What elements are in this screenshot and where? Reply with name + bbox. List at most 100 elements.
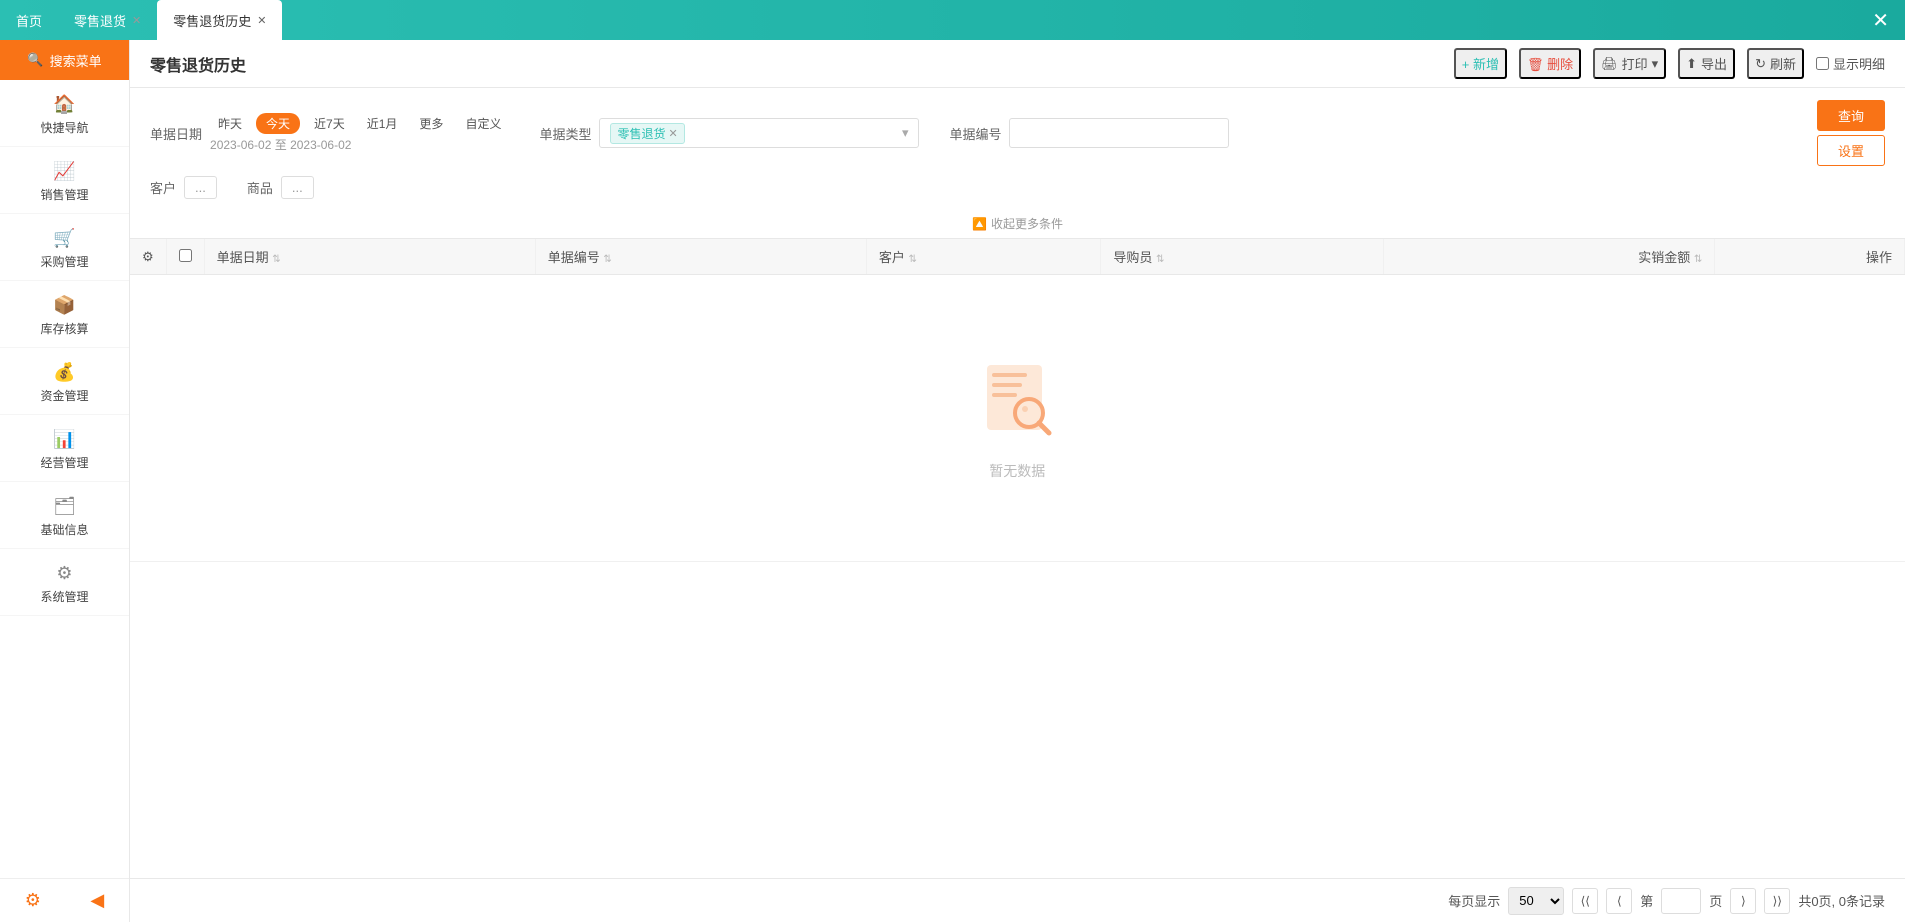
page-header: 零售退货历史 + 新增 🗑 删除 🖨 打印 ▾ ⬆ 导出 ↻ 刷新 (130, 40, 1905, 88)
th-operation-label: 操作 (1866, 250, 1892, 265)
sidebar: 🔍 搜索菜单 🏠 快捷导航 📈 销售管理 🛒 采购管理 📦 库存核算 💰 (0, 40, 130, 922)
sidebar-item-sales-label: 销售管理 (40, 186, 88, 203)
delete-button[interactable]: 🗑 删除 (1519, 48, 1581, 79)
filter-settings-button[interactable]: 设置 (1817, 135, 1885, 166)
sidebar-bottom: ⚙ ◀ (0, 878, 129, 922)
sidebar-items: 🏠 快捷导航 📈 销售管理 🛒 采购管理 📦 库存核算 💰 资金管理 📊 (0, 80, 129, 878)
sidebar-item-basic-info-label: 基础信息 (40, 521, 88, 538)
sidebar-item-sales[interactable]: 📈 销售管理 (0, 147, 129, 214)
operations-icon: 📊 (53, 429, 75, 450)
collapse-button[interactable]: 🔼 收起更多条件 (972, 215, 1063, 232)
th-doc-number-sort-icon[interactable]: ⇅ (603, 254, 611, 265)
collapse-label: 收起更多条件 (991, 215, 1063, 232)
th-customer-sort-icon[interactable]: ⇅ (909, 254, 917, 265)
sidebar-item-basic-info[interactable]: 🗂 基础信息 (0, 482, 129, 549)
sidebar-item-inventory[interactable]: 📦 库存核算 (0, 281, 129, 348)
customer-select-btn[interactable]: ... (184, 176, 217, 199)
th-checkbox (166, 239, 204, 275)
table-body: 暂无数据 (130, 275, 1905, 562)
sidebar-item-finance[interactable]: 💰 资金管理 (0, 348, 129, 415)
sidebar-collapse-icon[interactable]: ◀ (90, 890, 104, 911)
doc-number-input[interactable] (1009, 118, 1229, 148)
last-page-button[interactable]: ⟩⟩ (1764, 888, 1790, 914)
refresh-icon: ↻ (1755, 56, 1766, 72)
th-doc-number: 单据编号 ⇅ (535, 239, 866, 275)
date-btn-1month[interactable]: 近1月 (359, 113, 406, 134)
print-button[interactable]: 🖨 打印 ▾ (1593, 48, 1666, 79)
top-bar: 首页 零售退货 ✕ 零售退货历史 ✕ ✕ (0, 0, 1905, 40)
tab-retail-return-history[interactable]: 零售退货历史 ✕ (157, 0, 282, 40)
goods-label: 商品 (247, 178, 273, 197)
doc-type-tag: 零售退货 ✕ (610, 123, 684, 144)
first-page-button[interactable]: ⟨⟨ (1572, 888, 1598, 914)
sidebar-item-system[interactable]: ⚙ 系统管理 (0, 549, 129, 616)
tab-retail-return-label: 零售退货 (74, 11, 126, 30)
table-header-row: ⚙ 单据日期 ⇅ 单据编号 ⇅ (130, 239, 1905, 275)
tab-home-label: 首页 (16, 11, 42, 30)
doc-number-filter-item: 单据编号 (949, 118, 1229, 148)
sidebar-search[interactable]: 🔍 搜索菜单 (0, 40, 129, 80)
select-all-checkbox[interactable] (179, 249, 192, 262)
tab-retail-return[interactable]: 零售退货 ✕ (58, 0, 157, 40)
date-filter-wrap: 昨天 今天 近7天 近1月 更多 自定义 2023-06-02 至 2023-0… (210, 113, 509, 153)
doc-type-filter-item: 单据类型 零售退货 ✕ ▾ (539, 118, 919, 148)
th-guide-sort-icon[interactable]: ⇅ (1156, 254, 1164, 265)
tab-retail-return-close[interactable]: ✕ (132, 14, 141, 27)
sidebar-search-label: 搜索菜单 (50, 51, 102, 70)
search-icon: 🔍 (27, 52, 43, 68)
sidebar-item-purchase[interactable]: 🛒 采购管理 (0, 214, 129, 281)
date-btn-custom[interactable]: 自定义 (457, 113, 509, 134)
print-chevron: ▾ (1652, 56, 1659, 72)
new-button[interactable]: + 新增 (1454, 48, 1507, 79)
sidebar-item-operations[interactable]: 📊 经营管理 (0, 415, 129, 482)
th-amount-label: 实销金额 (1638, 250, 1690, 265)
filter-area: 单据日期 昨天 今天 近7天 近1月 更多 自定义 2023-06-02 至 2… (130, 88, 1905, 239)
page-label: 第 (1640, 891, 1653, 910)
goods-filter-item: 商品 ... (247, 176, 314, 199)
date-btn-more[interactable]: 更多 (411, 113, 451, 134)
per-page-label: 每页显示 (1448, 891, 1500, 910)
main-layout: 🔍 搜索菜单 🏠 快捷导航 📈 销售管理 🛒 采购管理 📦 库存核算 💰 (0, 40, 1905, 922)
th-date-label: 单据日期 (217, 250, 269, 265)
sidebar-settings-icon[interactable]: ⚙ (25, 890, 41, 911)
th-date-sort-icon[interactable]: ⇅ (272, 254, 280, 265)
print-icon: 🖨 (1601, 56, 1618, 72)
doc-type-tag-close[interactable]: ✕ (668, 127, 677, 140)
sidebar-item-finance-label: 资金管理 (40, 387, 88, 404)
sidebar-item-home[interactable]: 🏠 快捷导航 (0, 80, 129, 147)
date-btn-today[interactable]: 今天 (256, 113, 300, 134)
table-settings-icon[interactable]: ⚙ (142, 249, 154, 264)
date-filter-label: 单据日期 (150, 124, 202, 143)
th-amount-sort-icon[interactable]: ⇅ (1694, 254, 1702, 265)
next-page-button[interactable]: ⟩ (1730, 888, 1756, 914)
prev-page-button[interactable]: ⟨ (1606, 888, 1632, 914)
window-close-button[interactable]: ✕ (1872, 8, 1905, 33)
tab-list: 首页 零售退货 ✕ 零售退货历史 ✕ (0, 0, 1872, 40)
tab-retail-return-history-label: 零售退货历史 (173, 11, 251, 30)
export-label: 导出 (1701, 54, 1727, 73)
collapse-up-icon: 🔼 (972, 217, 987, 231)
empty-text: 暂无数据 (989, 461, 1045, 481)
goods-select-btn[interactable]: ... (281, 176, 314, 199)
show-detail-checkbox[interactable] (1816, 57, 1829, 70)
export-button[interactable]: ⬆ 导出 (1678, 48, 1735, 79)
doc-type-select[interactable]: 零售退货 ✕ ▾ (599, 118, 919, 148)
per-page-select[interactable]: 50 100 200 (1508, 887, 1564, 915)
date-btn-yesterday[interactable]: 昨天 (210, 113, 250, 134)
date-btn-7days[interactable]: 近7天 (306, 113, 353, 134)
tab-home[interactable]: 首页 (0, 0, 58, 40)
refresh-label: 刷新 (1770, 54, 1796, 73)
system-icon: ⚙ (56, 563, 72, 584)
doc-type-label: 单据类型 (539, 124, 591, 143)
page-title: 零售退货历史 (150, 52, 246, 76)
sales-icon: 📈 (53, 161, 75, 182)
tab-retail-return-history-close[interactable]: ✕ (257, 14, 266, 27)
refresh-button[interactable]: ↻ 刷新 (1747, 48, 1804, 79)
sidebar-item-inventory-label: 库存核算 (40, 320, 88, 337)
page-number-input[interactable]: 1 (1661, 888, 1701, 914)
sidebar-item-home-label: 快捷导航 (40, 119, 88, 136)
collapse-row: 🔼 收起更多条件 (150, 209, 1885, 238)
sidebar-item-operations-label: 经营管理 (40, 454, 88, 471)
show-detail-checkbox-wrap[interactable]: 显示明细 (1816, 54, 1885, 73)
query-button[interactable]: 查询 (1817, 100, 1885, 131)
